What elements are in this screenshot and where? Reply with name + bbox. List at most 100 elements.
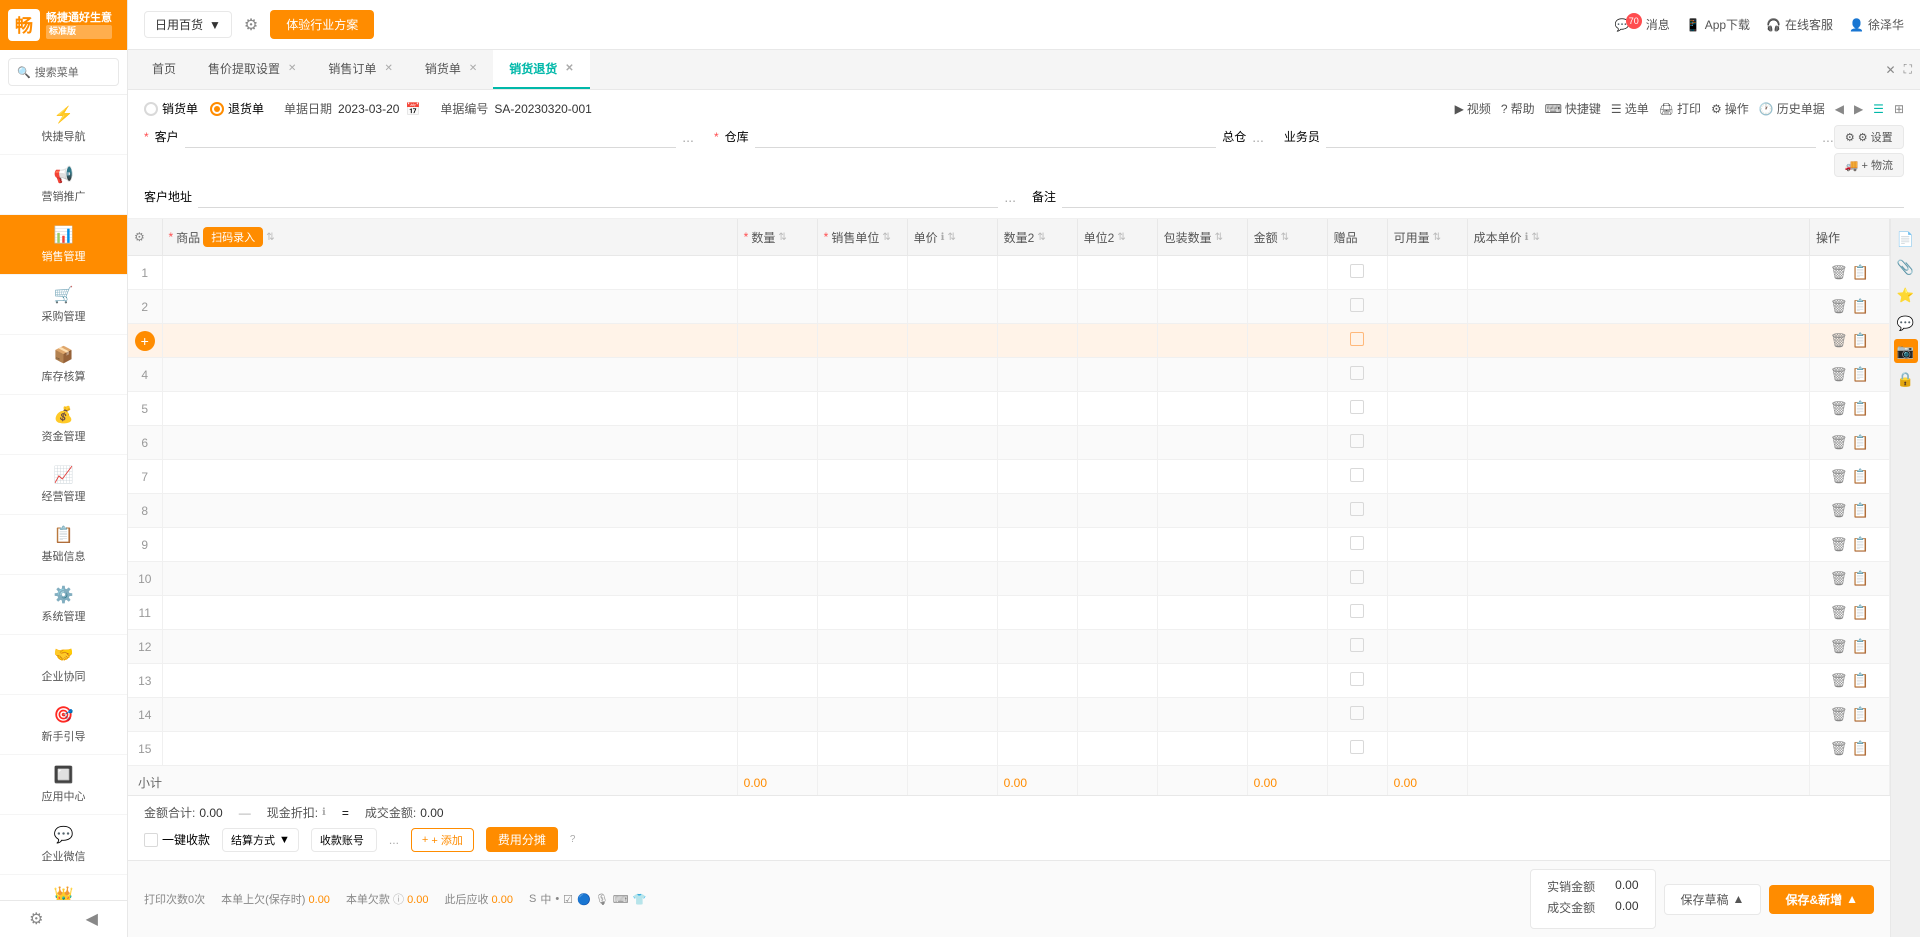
panel-btn-4[interactable]: 💬 xyxy=(1894,311,1918,335)
copy-btn[interactable]: 📋 xyxy=(1852,706,1869,723)
user-item[interactable]: 👤 徐泽华 xyxy=(1849,16,1904,33)
amount-cell-2[interactable] xyxy=(1247,290,1327,324)
search-menu-button[interactable]: 🔍 搜索菜单 xyxy=(8,58,119,86)
calendar-icon[interactable]: 📅 xyxy=(405,102,420,116)
sidebar-item-basic[interactable]: 📋 基础信息 xyxy=(0,515,127,575)
qty-cell-3[interactable] xyxy=(737,324,817,358)
unit-cell-3[interactable] xyxy=(817,324,907,358)
sidebar-item-inventory[interactable]: 📦 库存核算 xyxy=(0,335,127,395)
delete-btn[interactable]: 🗑 xyxy=(1830,468,1848,485)
salesperson-dots[interactable]: ... xyxy=(1822,129,1834,145)
tab-sales-order[interactable]: 销售订单 ✕ xyxy=(312,50,408,89)
close-sales-delivery-tab[interactable]: ✕ xyxy=(469,63,477,74)
cost-cell-3[interactable] xyxy=(1467,324,1809,358)
warehouse-dots[interactable]: ... xyxy=(1252,129,1264,145)
copy-btn[interactable]: 📋 xyxy=(1852,400,1869,417)
sidebar-item-system[interactable]: ⚙️ 系统管理 xyxy=(0,575,127,635)
app-download-item[interactable]: 📱 App下载 xyxy=(1686,16,1750,33)
address-dots[interactable]: ... xyxy=(1004,189,1016,205)
delete-btn[interactable]: 🗑 xyxy=(1830,434,1848,451)
operate-btn[interactable]: ⚙ 操作 xyxy=(1711,100,1749,117)
online-service-item[interactable]: 🎧 在线客服 xyxy=(1766,16,1833,33)
gift-cell-3[interactable] xyxy=(1327,324,1387,358)
sidebar-item-apps[interactable]: 🔲 应用中心 xyxy=(0,755,127,815)
sidebar-item-sales[interactable]: 📊 销售管理 xyxy=(0,215,127,275)
panel-btn-1[interactable]: 📄 xyxy=(1894,227,1918,251)
expense-split-btn[interactable]: 费用分摊 xyxy=(486,827,558,852)
qty2-cell-3[interactable] xyxy=(997,324,1077,358)
cost-cell-1[interactable] xyxy=(1467,256,1809,290)
delete-btn[interactable]: 🗑 xyxy=(1830,706,1848,723)
sidebar-item-quick-nav[interactable]: ⚡ 快捷导航 xyxy=(0,95,127,155)
panel-btn-2[interactable]: 📎 xyxy=(1894,255,1918,279)
amount-cell-1[interactable] xyxy=(1247,256,1327,290)
scan-btn[interactable]: 扫码录入 xyxy=(203,227,263,247)
select-btn[interactable]: ☰ 选单 xyxy=(1611,100,1649,117)
qty-sort-icon[interactable]: ⇅ xyxy=(778,232,786,243)
logistics-btn[interactable]: 🚚 + 物流 xyxy=(1834,153,1904,177)
experience-btn[interactable]: 体验行业方案 xyxy=(270,10,374,39)
copy-btn[interactable]: 📋 xyxy=(1852,536,1869,553)
delete-btn[interactable]: 🗑 xyxy=(1830,366,1848,383)
delete-btn[interactable]: 🗑 xyxy=(1830,638,1848,655)
warehouse-input[interactable] xyxy=(755,125,1217,148)
product-cell-2[interactable] xyxy=(162,290,737,324)
panel-btn-3[interactable]: ⭐ xyxy=(1894,283,1918,307)
sidebar-settings-button[interactable]: ⚙ xyxy=(29,909,43,929)
debt-help[interactable]: ⓘ xyxy=(393,894,404,906)
delete-row-3-btn[interactable]: 🗑 xyxy=(1830,332,1848,349)
customer-input[interactable] xyxy=(185,125,677,148)
copy-btn[interactable]: 📋 xyxy=(1852,434,1869,451)
amount-cell-3[interactable] xyxy=(1247,324,1327,358)
delete-row-1-btn[interactable]: 🗑 xyxy=(1830,264,1848,281)
print-btn[interactable]: 🖨 打印 xyxy=(1659,100,1701,117)
sidebar-collapse-button[interactable]: ◀ xyxy=(86,909,98,929)
copy-row-1-btn[interactable]: 📋 xyxy=(1852,264,1869,281)
delete-btn[interactable]: 🗑 xyxy=(1830,570,1848,587)
add-expense-btn[interactable]: + + 添加 xyxy=(411,828,474,852)
history-btn[interactable]: 🕐 历史单据 xyxy=(1759,100,1825,117)
qty2-cell-1[interactable] xyxy=(997,256,1077,290)
salesperson-input[interactable] xyxy=(1326,125,1816,148)
delete-btn[interactable]: 🗑 xyxy=(1830,604,1848,621)
qty-cell-1[interactable] xyxy=(737,256,817,290)
delete-btn[interactable]: 🗑 xyxy=(1830,536,1848,553)
price-cell-2[interactable] xyxy=(907,290,997,324)
sidebar-item-finance[interactable]: 💰 资金管理 xyxy=(0,395,127,455)
delete-btn[interactable]: 🗑 xyxy=(1830,502,1848,519)
close-window-button[interactable]: ✕ xyxy=(1886,63,1896,77)
close-sales-order-tab[interactable]: ✕ xyxy=(384,63,392,74)
gift-cell-1[interactable] xyxy=(1327,256,1387,290)
sidebar-item-enterprise[interactable]: 🤝 企业协同 xyxy=(0,635,127,695)
video-btn[interactable]: ▶ 视频 xyxy=(1455,100,1491,117)
unit2-cell-1[interactable] xyxy=(1077,256,1157,290)
copy-btn[interactable]: 📋 xyxy=(1852,740,1869,757)
maximize-button[interactable]: ⛶ xyxy=(1904,62,1912,77)
unit2-cell-2[interactable] xyxy=(1077,290,1157,324)
radio-return[interactable]: 退货单 xyxy=(210,100,264,117)
unit2-sort-icon[interactable]: ⇅ xyxy=(1117,232,1125,243)
amount-sort-icon[interactable]: ⇅ xyxy=(1281,232,1289,243)
close-price-setting-tab[interactable]: ✕ xyxy=(288,63,296,74)
unit-sort-icon[interactable]: ⇅ xyxy=(882,232,890,243)
discount-info-icon[interactable]: ℹ xyxy=(322,807,326,818)
tab-sales-return[interactable]: 销货退货 ✕ xyxy=(493,50,589,89)
copy-btn[interactable]: 📋 xyxy=(1852,570,1869,587)
qty2-sort-icon[interactable]: ⇅ xyxy=(1037,232,1045,243)
panel-btn-6[interactable]: 🔒 xyxy=(1894,367,1918,391)
add-row-btn[interactable]: + xyxy=(135,331,155,351)
sidebar-item-purchase[interactable]: 🛒 采购管理 xyxy=(0,275,127,335)
copy-btn[interactable]: 📋 xyxy=(1852,502,1869,519)
gift-cell-2[interactable] xyxy=(1327,290,1387,324)
gift-checkbox-3[interactable] xyxy=(1350,332,1364,346)
sidebar-item-member[interactable]: 👑 畅会员 xyxy=(0,875,127,900)
copy-btn[interactable]: 📋 xyxy=(1852,638,1869,655)
prev-record-btn[interactable]: ◀ xyxy=(1835,102,1844,116)
unit-cell-2[interactable] xyxy=(817,290,907,324)
settings-btn[interactable]: ⚙ ⚙ 设置 xyxy=(1834,125,1904,149)
price-cell-1[interactable] xyxy=(907,256,997,290)
help-btn[interactable]: ? 帮助 xyxy=(1501,100,1535,117)
remark-input[interactable] xyxy=(1062,185,1904,208)
copy-row-2-btn[interactable]: 📋 xyxy=(1852,298,1869,315)
panel-btn-5[interactable]: 📷 xyxy=(1894,339,1918,363)
